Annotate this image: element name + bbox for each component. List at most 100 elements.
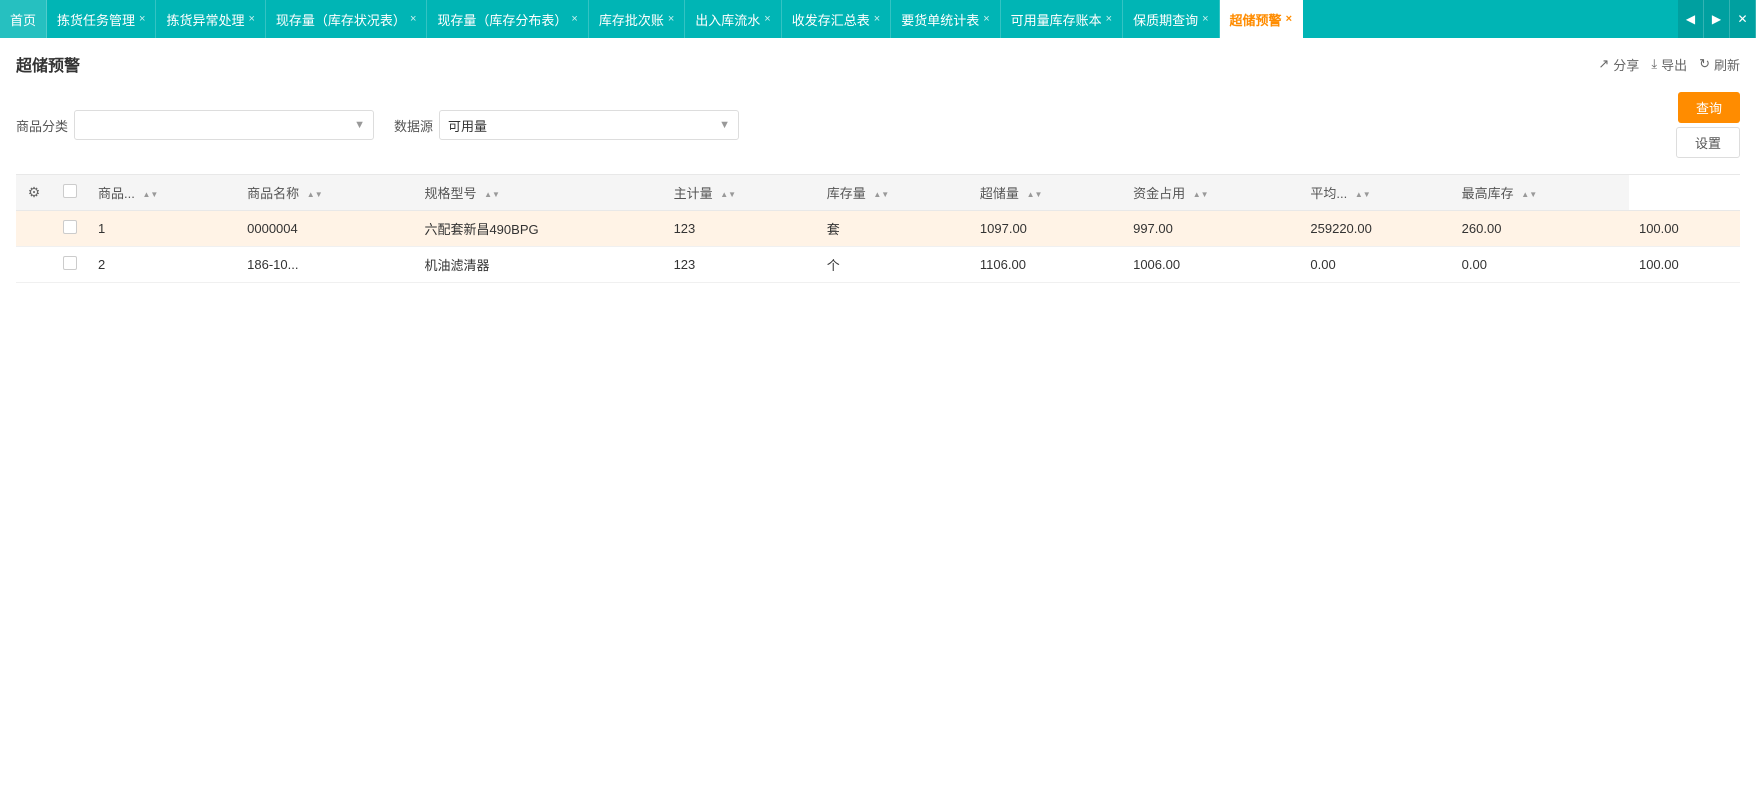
- col-header-unit-label: 主计量: [674, 186, 713, 201]
- query-button[interactable]: 查询: [1678, 92, 1740, 123]
- nav-item-batch-acct[interactable]: 库存批次账 ×: [589, 0, 685, 38]
- sort-icon-stock[interactable]: ▲▼: [873, 191, 889, 199]
- col-header-checkbox: [52, 175, 88, 211]
- nav-item-expiry-label: 保质期查询: [1133, 10, 1198, 29]
- nav-item-stock-dist[interactable]: 现存量（库存分布表） ×: [427, 0, 588, 38]
- row-overstock: 997.00: [1123, 211, 1300, 247]
- nav-item-home[interactable]: 首页: [0, 0, 47, 38]
- row-settings-cell: [16, 247, 52, 283]
- nav-item-abnormal[interactable]: 拣货异常处理 ×: [156, 0, 265, 38]
- datasource-select-value: 可用量: [448, 116, 715, 135]
- col-header-product-code: 商品... ▲▼: [88, 175, 237, 211]
- nav-item-avail-acct[interactable]: 可用量库存账本 ×: [1001, 0, 1123, 38]
- col-header-stock-label: 库存量: [827, 186, 866, 201]
- col-header-unit: 主计量 ▲▼: [664, 175, 817, 211]
- header-checkbox[interactable]: [63, 184, 77, 198]
- datasource-filter: 数据源 可用量 ▼: [394, 110, 739, 140]
- category-select-text: [83, 118, 350, 133]
- row-product-code: 0000004: [237, 211, 414, 247]
- nav-item-batch-acct-close[interactable]: ×: [668, 13, 674, 25]
- row-overstock: 1006.00: [1123, 247, 1300, 283]
- category-label: 商品分类: [16, 116, 68, 135]
- sort-icon-product-name[interactable]: ▲▼: [307, 191, 323, 199]
- col-header-max-stock: 最高库存 ▲▼: [1452, 175, 1629, 211]
- row-capital: 259220.00: [1300, 211, 1451, 247]
- nav-item-expiry-close[interactable]: ×: [1202, 13, 1208, 25]
- nav-next-button[interactable]: ▶: [1704, 0, 1730, 38]
- col-header-product-name-label: 商品名称: [247, 186, 299, 201]
- row-checkbox[interactable]: [63, 256, 77, 270]
- nav-prev-button[interactable]: ◀: [1678, 0, 1704, 38]
- nav-item-order-stat[interactable]: 要货单统计表 ×: [891, 0, 1000, 38]
- row-product-name: 机油滤清器: [414, 247, 663, 283]
- refresh-button[interactable]: ↻ 刷新: [1699, 55, 1740, 74]
- nav-item-inout-flow-label: 出入库流水: [695, 10, 760, 29]
- sort-icon-unit[interactable]: ▲▼: [720, 191, 736, 199]
- sort-icon-product-code[interactable]: ▲▼: [142, 191, 158, 199]
- row-avg: 0.00: [1452, 247, 1629, 283]
- row-stock: 1097.00: [970, 211, 1123, 247]
- nav-item-abnormal-close[interactable]: ×: [248, 13, 254, 25]
- nav-item-overstock-close[interactable]: ×: [1286, 13, 1292, 25]
- col-header-max-stock-label: 最高库存: [1462, 186, 1514, 201]
- col-header-overstock: 超储量 ▲▼: [970, 175, 1123, 211]
- nav-item-batch-acct-label: 库存批次账: [599, 10, 664, 29]
- sort-icon-overstock[interactable]: ▲▼: [1027, 191, 1043, 199]
- settings-button[interactable]: 设置: [1676, 127, 1740, 158]
- nav-item-stock-status[interactable]: 现存量（库存状况表） ×: [266, 0, 427, 38]
- row-stock: 1106.00: [970, 247, 1123, 283]
- table-header-row: ⚙ 商品... ▲▼ 商品名称 ▲▼ 规格型号 ▲▼ 主计: [16, 175, 1740, 211]
- page-header: 超储预警 ↗ 分享 ⤓ 导出 ↻ 刷新: [16, 52, 1740, 76]
- sort-icon-capital[interactable]: ▲▼: [1193, 191, 1209, 199]
- col-header-overstock-label: 超储量: [980, 186, 1019, 201]
- gear-icon[interactable]: ⚙: [28, 184, 41, 200]
- row-max-stock: 100.00: [1629, 211, 1740, 247]
- nav-close-button[interactable]: ✕: [1730, 0, 1756, 38]
- sort-icon-max-stock[interactable]: ▲▼: [1521, 191, 1537, 199]
- datasource-label: 数据源: [394, 116, 433, 135]
- export-button[interactable]: ⤓ 导出: [1651, 55, 1687, 74]
- category-chevron-icon: ▼: [354, 119, 365, 131]
- share-button[interactable]: ↗ 分享: [1598, 55, 1639, 74]
- page-content: 超储预警 ↗ 分享 ⤓ 导出 ↻ 刷新 商品分类 ▼ 数据源: [0, 38, 1756, 800]
- nav-item-expiry[interactable]: 保质期查询 ×: [1123, 0, 1219, 38]
- col-header-capital: 资金占用 ▲▼: [1123, 175, 1300, 211]
- row-checkbox-cell: [52, 211, 88, 247]
- row-unit: 个: [817, 247, 970, 283]
- row-unit: 套: [817, 211, 970, 247]
- nav-item-receive-send-label: 收发存汇总表: [792, 10, 870, 29]
- nav-item-order-stat-close[interactable]: ×: [983, 13, 989, 25]
- row-product-code: 186-10...: [237, 247, 414, 283]
- col-header-stock: 库存量 ▲▼: [817, 175, 970, 211]
- col-header-avg-label: 平均...: [1310, 186, 1347, 201]
- nav-item-task-mgmt-close[interactable]: ×: [139, 13, 145, 25]
- nav-item-receive-send-close[interactable]: ×: [874, 13, 880, 25]
- nav-item-order-stat-label: 要货单统计表: [901, 10, 979, 29]
- nav-item-avail-acct-close[interactable]: ×: [1106, 13, 1112, 25]
- refresh-label: 刷新: [1714, 55, 1740, 74]
- nav-item-task-mgmt[interactable]: 拣货任务管理 ×: [47, 0, 156, 38]
- nav-item-stock-dist-close[interactable]: ×: [571, 13, 577, 25]
- table-row: 1 0000004 六配套新昌490BPG 123 套 1097.00 997.…: [16, 211, 1740, 247]
- share-label: 分享: [1613, 55, 1639, 74]
- row-checkbox[interactable]: [63, 220, 77, 234]
- category-filter: 商品分类 ▼: [16, 110, 374, 140]
- row-index: 1: [88, 211, 237, 247]
- nav-item-stock-status-label: 现存量（库存状况表）: [276, 10, 406, 29]
- sort-icon-spec[interactable]: ▲▼: [484, 191, 500, 199]
- category-select[interactable]: ▼: [74, 110, 374, 140]
- nav-item-inout-flow-close[interactable]: ×: [764, 13, 770, 25]
- sort-icon-avg[interactable]: ▲▼: [1355, 191, 1371, 199]
- datasource-select[interactable]: 可用量 ▼: [439, 110, 739, 140]
- nav-item-inout-flow[interactable]: 出入库流水 ×: [685, 0, 781, 38]
- nav-item-overstock[interactable]: 超储预警 ×: [1220, 0, 1303, 38]
- nav-item-avail-acct-label: 可用量库存账本: [1011, 10, 1102, 29]
- nav-item-stock-status-close[interactable]: ×: [410, 13, 416, 25]
- col-header-avg: 平均... ▲▼: [1300, 175, 1451, 211]
- row-avg: 260.00: [1452, 211, 1629, 247]
- row-max-stock: 100.00: [1629, 247, 1740, 283]
- export-label: 导出: [1661, 55, 1687, 74]
- top-nav: 首页 拣货任务管理 × 拣货异常处理 × 现存量（库存状况表） × 现存量（库存…: [0, 0, 1756, 38]
- nav-item-receive-send[interactable]: 收发存汇总表 ×: [782, 0, 891, 38]
- export-icon: ⤓: [1651, 56, 1657, 72]
